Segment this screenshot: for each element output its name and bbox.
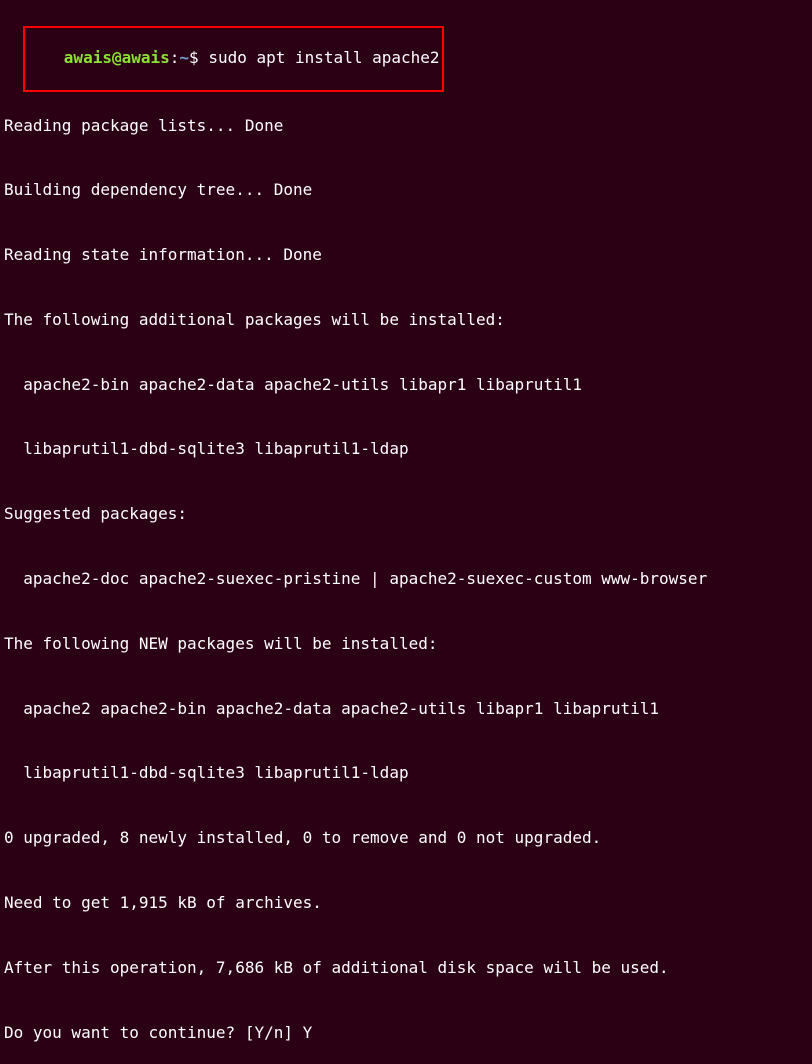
output-line: libaprutil1-dbd-sqlite3 libaprutil1-ldap <box>4 762 808 784</box>
command-highlight-box: awais@awais:~$ sudo apt install apache2 <box>23 26 443 92</box>
output-line: Need to get 1,915 kB of archives. <box>4 892 808 914</box>
output-line: 0 upgraded, 8 newly installed, 0 to remo… <box>4 827 808 849</box>
output-line: libaprutil1-dbd-sqlite3 libaprutil1-ldap <box>4 438 808 460</box>
prompt-dollar: $ <box>189 48 199 67</box>
prompt-user: awais@awais <box>64 48 170 67</box>
output-line: apache2 apache2-bin apache2-data apache2… <box>4 698 808 720</box>
output-line: Reading package lists... Done <box>4 115 808 137</box>
output-line: Suggested packages: <box>4 503 808 525</box>
output-line: The following additional packages will b… <box>4 309 808 331</box>
output-line: Reading state information... Done <box>4 244 808 266</box>
output-line: After this operation, 7,686 kB of additi… <box>4 957 808 979</box>
output-line: Building dependency tree... Done <box>4 179 808 201</box>
prompt-separator: : <box>170 48 180 67</box>
output-line: Do you want to continue? [Y/n] Y <box>4 1022 808 1044</box>
output-line: apache2-bin apache2-data apache2-utils l… <box>4 374 808 396</box>
prompt-path: ~ <box>179 48 189 67</box>
output-line: apache2-doc apache2-suexec-pristine | ap… <box>4 568 808 590</box>
output-line: The following NEW packages will be insta… <box>4 633 808 655</box>
terminal-window[interactable]: awais@awais:~$ sudo apt install apache2 … <box>0 0 812 1064</box>
command-text: sudo apt install apache2 <box>208 48 439 67</box>
